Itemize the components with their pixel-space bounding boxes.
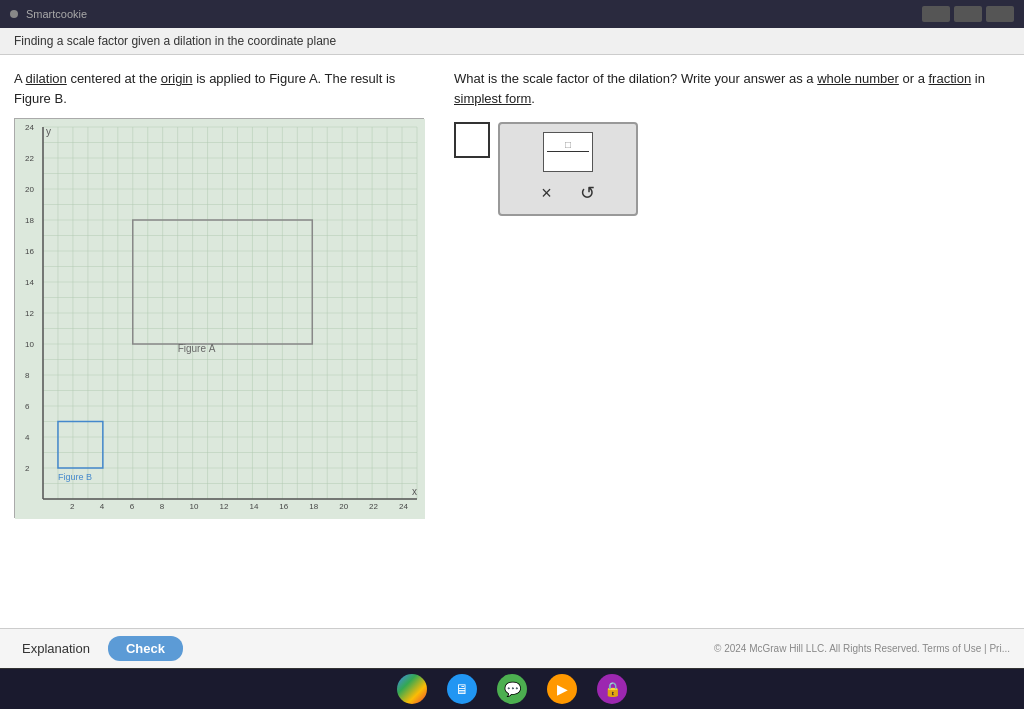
chat-icon[interactable]: 💬	[497, 674, 527, 704]
right-panel: What is the scale factor of the dilation…	[454, 69, 1010, 614]
fraction-display: □	[543, 132, 593, 172]
content-body: A dilation centered at the origin is app…	[0, 55, 1024, 628]
numerator-display: □	[547, 136, 589, 152]
left-panel: A dilation centered at the origin is app…	[14, 69, 434, 614]
window-controls	[922, 6, 1014, 22]
clear-button[interactable]: ×	[535, 180, 558, 206]
copyright-text: © 2024 McGraw Hill LLC. All Rights Reser…	[714, 643, 1010, 654]
lock-icon[interactable]: 🔒	[597, 674, 627, 704]
denominator-display	[547, 152, 589, 168]
check-button[interactable]: Check	[108, 636, 183, 661]
monitor-icon[interactable]: 🖥	[447, 674, 477, 704]
app-title: Smartcookie	[26, 8, 87, 20]
chrome-icon[interactable]	[397, 674, 427, 704]
close-btn[interactable]	[986, 6, 1014, 22]
top-bar: Smartcookie	[0, 0, 1024, 28]
minimize-btn[interactable]	[922, 6, 950, 22]
page-header: Finding a scale factor given a dilation …	[0, 28, 1024, 55]
page-subtitle: Finding a scale factor given a dilation …	[14, 34, 336, 48]
coordinate-graph	[14, 118, 424, 518]
taskbar: 🖥 💬 ▶ 🔒	[0, 668, 1024, 708]
fraction-input-popup: □ × ↺	[498, 122, 638, 216]
answer-area: □ × ↺	[454, 122, 1010, 216]
maximize-btn[interactable]	[954, 6, 982, 22]
play-icon[interactable]: ▶	[547, 674, 577, 704]
popup-buttons: × ↺	[535, 180, 601, 206]
main-content: A dilation centered at the origin is app…	[0, 55, 1024, 628]
top-bar-dot	[10, 10, 18, 18]
answer-box[interactable]	[454, 122, 490, 158]
question-text: What is the scale factor of the dilation…	[454, 69, 1010, 108]
reset-button[interactable]: ↺	[574, 180, 601, 206]
explanation-button[interactable]: Explanation	[14, 637, 98, 660]
problem-description: A dilation centered at the origin is app…	[14, 69, 434, 108]
bottom-bar: Explanation Check © 2024 McGraw Hill LLC…	[0, 628, 1024, 668]
